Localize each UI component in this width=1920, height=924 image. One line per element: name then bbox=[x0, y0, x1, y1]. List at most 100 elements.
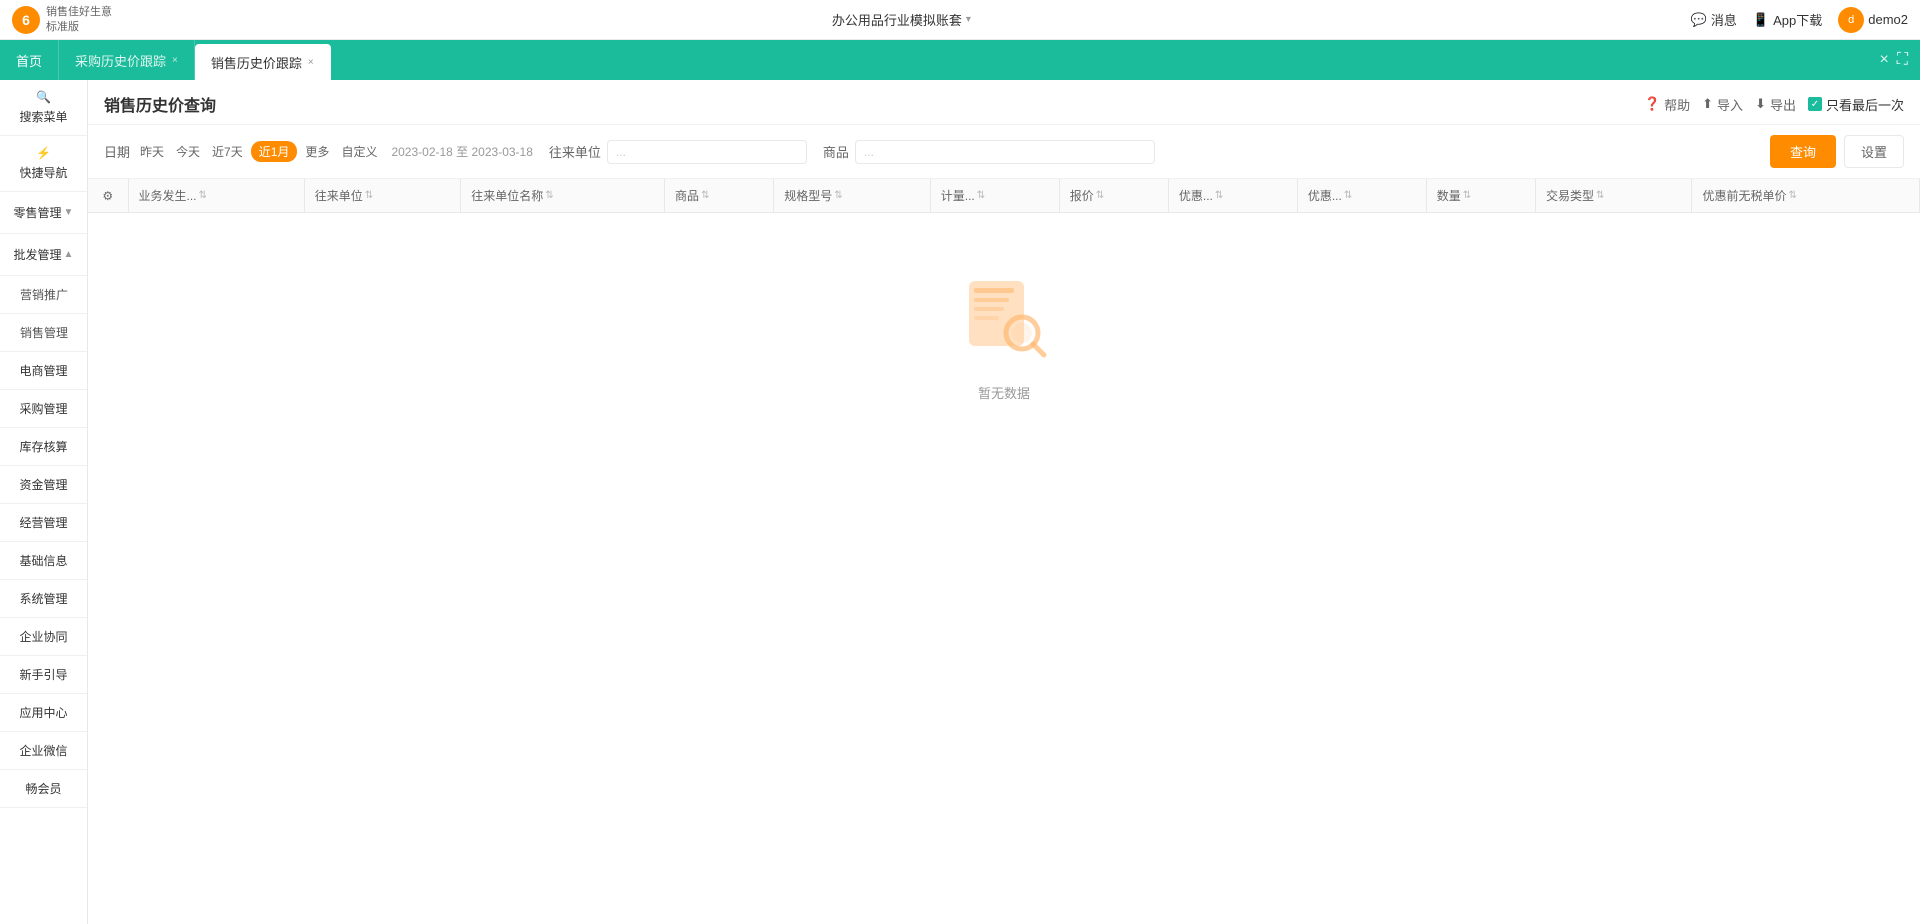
source-unit-placeholder: ... bbox=[616, 145, 626, 159]
col-quote[interactable]: 报价 ⇅ bbox=[1059, 179, 1168, 213]
sort-icon: ⇅ bbox=[1215, 190, 1223, 201]
col-unit[interactable]: 计量... ⇅ bbox=[930, 179, 1059, 213]
product-label: 商品 bbox=[823, 142, 849, 161]
col-biz-date[interactable]: 业务发生... ⇅ bbox=[128, 179, 304, 213]
sidebar-item-inventory[interactable]: 库存核算 bbox=[0, 428, 87, 466]
product-placeholder: ... bbox=[864, 145, 874, 159]
page-header: 销售历史价查询 ❓ 帮助 ⬆ 导入 ⬇ 导出 ✓ 只看最后一次 bbox=[88, 80, 1920, 125]
date-opt-today[interactable]: 今天 bbox=[172, 141, 204, 162]
page-title: 销售历史价查询 bbox=[104, 92, 216, 116]
sidebar-item-basic-info[interactable]: 基础信息 bbox=[0, 542, 87, 580]
content-area: 销售历史价查询 ❓ 帮助 ⬆ 导入 ⬇ 导出 ✓ 只看最后一次 bbox=[88, 80, 1920, 924]
tab-close-purchase[interactable]: × bbox=[172, 55, 178, 66]
sort-icon: ⇅ bbox=[365, 190, 373, 201]
col-trade-type[interactable]: 交易类型 ⇅ bbox=[1535, 179, 1692, 213]
sidebar-item-marketing[interactable]: 营销推广 bbox=[0, 276, 87, 314]
sort-icon: ⇅ bbox=[1096, 190, 1104, 201]
col-discount1[interactable]: 优惠... ⇅ bbox=[1168, 179, 1297, 213]
source-unit-filter-group: 往来单位 ... bbox=[549, 140, 807, 164]
sidebar-item-wholesale-mgmt[interactable]: 批发管理 ▲ bbox=[0, 234, 87, 276]
import-button[interactable]: ⬆ 导入 bbox=[1702, 95, 1743, 114]
message-button[interactable]: 💬 消息 bbox=[1691, 10, 1737, 29]
date-opt-more[interactable]: 更多 bbox=[301, 141, 333, 162]
col-tax-price[interactable]: 优惠前无税单价 ⇅ bbox=[1692, 179, 1920, 213]
col-qty[interactable]: 数量 ⇅ bbox=[1426, 179, 1535, 213]
col-unit-name[interactable]: 往来单位名称 ⇅ bbox=[461, 179, 665, 213]
sort-icon: ⇅ bbox=[1788, 190, 1796, 201]
col-unit-code[interactable]: 往来单位 ⇅ bbox=[304, 179, 461, 213]
col-product[interactable]: 商品 ⇅ bbox=[665, 179, 774, 213]
sort-icon: ⇅ bbox=[701, 190, 709, 201]
tab-purchase-history[interactable]: 采购历史价跟踪 × bbox=[59, 40, 195, 80]
sort-icon: ⇅ bbox=[1463, 190, 1471, 201]
chevron-down-icon: ▼ bbox=[64, 207, 74, 218]
sidebar-item-search-menu[interactable]: 🔍 搜索菜单 bbox=[0, 80, 87, 136]
sidebar-item-finance-mgmt[interactable]: 资金管理 bbox=[0, 466, 87, 504]
date-opt-1month[interactable]: 近1月 bbox=[251, 141, 298, 162]
setting-button[interactable]: 设置 bbox=[1844, 135, 1904, 168]
nav-icon: ⚡ bbox=[36, 146, 51, 160]
sort-icon: ⇅ bbox=[199, 190, 207, 201]
export-icon: ⬇ bbox=[1755, 96, 1766, 112]
sidebar-item-sales-mgmt[interactable]: 销售管理 bbox=[0, 314, 87, 352]
sidebar-item-purchase-mgmt[interactable]: 采购管理 bbox=[0, 390, 87, 428]
checkbox-checked-icon: ✓ bbox=[1808, 97, 1822, 111]
empty-text: 暂无数据 bbox=[978, 383, 1030, 402]
sidebar-item-quick-nav[interactable]: ⚡ 快捷导航 bbox=[0, 136, 87, 192]
user-menu[interactable]: d demo2 bbox=[1838, 7, 1908, 33]
sort-icon: ⇅ bbox=[1596, 190, 1604, 201]
account-selector[interactable]: 办公用品行业模拟账套 ▾ bbox=[832, 10, 971, 29]
sidebar-item-retail-mgmt[interactable]: 零售管理 ▼ bbox=[0, 192, 87, 234]
col-settings[interactable]: ⚙ bbox=[88, 179, 128, 213]
sidebar-item-ops-mgmt[interactable]: 经营管理 bbox=[0, 504, 87, 542]
export-button[interactable]: ⬇ 导出 bbox=[1755, 95, 1796, 114]
product-input[interactable]: ... bbox=[855, 140, 1155, 164]
main-layout: 🔍 搜索菜单 ⚡ 快捷导航 零售管理 ▼ 批发管理 ▲ 营销推广 销售管理 电商… bbox=[0, 80, 1920, 924]
date-opt-7days[interactable]: 近7天 bbox=[208, 141, 247, 162]
date-opt-custom[interactable]: 自定义 bbox=[337, 141, 381, 162]
sidebar-item-beginner[interactable]: 新手引导 bbox=[0, 656, 87, 694]
top-bar-left: 6 销售佳好生意 标准版 bbox=[12, 5, 112, 34]
phone-icon: 📱 bbox=[1753, 12, 1769, 28]
sort-icon: ⇅ bbox=[1344, 190, 1352, 201]
query-button[interactable]: 查询 bbox=[1770, 135, 1836, 168]
source-unit-input[interactable]: ... bbox=[607, 140, 807, 164]
col-discount2[interactable]: 优惠... ⇅ bbox=[1297, 179, 1426, 213]
app-download-button[interactable]: 📱 App下载 bbox=[1753, 10, 1822, 29]
product-filter-group: 商品 ... bbox=[823, 140, 1155, 164]
settings-icon: ⚙ bbox=[102, 189, 113, 203]
top-bar: 6 销售佳好生意 标准版 办公用品行业模拟账套 ▾ 💬 消息 📱 App下载 d… bbox=[0, 0, 1920, 40]
import-icon: ⬆ bbox=[1702, 96, 1713, 112]
expand-window-button[interactable]: ⛶ bbox=[1897, 51, 1908, 69]
sidebar-item-enterprise-wechat[interactable]: 企业微信 bbox=[0, 732, 87, 770]
top-bar-right: 💬 消息 📱 App下载 d demo2 bbox=[1691, 7, 1908, 33]
logo-text: 销售佳好生意 标准版 bbox=[46, 5, 112, 34]
top-bar-center[interactable]: 办公用品行业模拟账套 ▾ bbox=[832, 10, 971, 29]
help-button[interactable]: ❓ 帮助 bbox=[1644, 95, 1690, 114]
date-opt-yesterday[interactable]: 昨天 bbox=[136, 141, 168, 162]
tab-sales-history[interactable]: 销售历史价跟踪 × bbox=[195, 44, 331, 80]
date-range-display: 2023-02-18 至 2023-03-18 bbox=[391, 143, 532, 160]
col-spec[interactable]: 规格型号 ⇅ bbox=[774, 179, 931, 213]
sidebar-item-enterprise[interactable]: 企业协同 bbox=[0, 618, 87, 656]
chevron-up-icon: ▲ bbox=[64, 249, 74, 260]
close-window-button[interactable]: × bbox=[1879, 51, 1888, 69]
source-unit-label: 往来单位 bbox=[549, 142, 601, 161]
sidebar-item-ecommerce-mgmt[interactable]: 电商管理 bbox=[0, 352, 87, 390]
tab-close-sales[interactable]: × bbox=[308, 57, 314, 68]
only-last-checkbox-label[interactable]: ✓ 只看最后一次 bbox=[1808, 95, 1904, 114]
sidebar-item-system-mgmt[interactable]: 系统管理 bbox=[0, 580, 87, 618]
sort-icon: ⇅ bbox=[545, 190, 553, 201]
chevron-down-icon: ▾ bbox=[966, 14, 971, 25]
date-options: 昨天 今天 近7天 近1月 更多 自定义 bbox=[136, 141, 381, 162]
empty-illustration bbox=[954, 273, 1054, 363]
help-icon: ❓ bbox=[1644, 96, 1660, 112]
sidebar-item-app-center[interactable]: 应用中心 bbox=[0, 694, 87, 732]
logo-area: 6 销售佳好生意 标准版 bbox=[12, 5, 112, 34]
sidebar-item-vip-member[interactable]: 畅会员 bbox=[0, 770, 87, 808]
filter-actions: 查询 设置 bbox=[1770, 135, 1904, 168]
table-area: ⚙ 业务发生... ⇅ 往来单位 ⇅ bbox=[88, 179, 1920, 924]
logo-icon: 6 bbox=[12, 6, 40, 34]
tab-home[interactable]: 首页 bbox=[0, 40, 59, 80]
sort-icon: ⇅ bbox=[977, 190, 985, 201]
